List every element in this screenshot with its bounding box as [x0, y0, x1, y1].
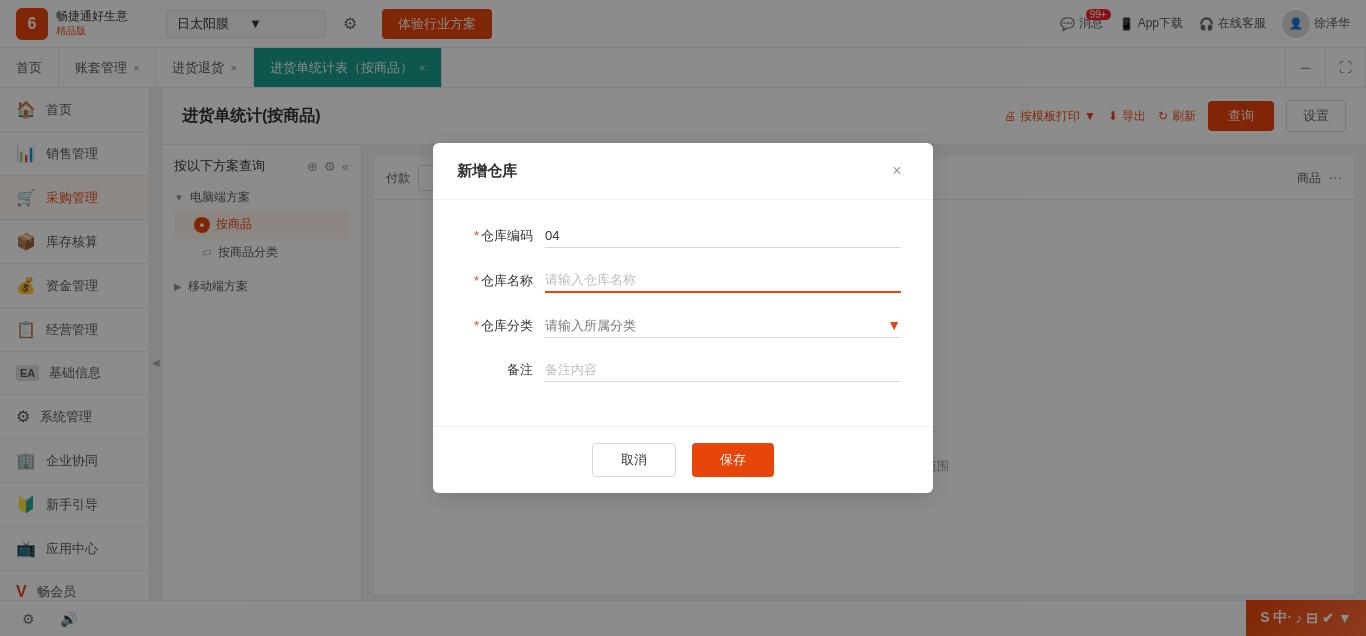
form-row-remark: 备注 [465, 358, 901, 382]
category-label: 仓库分类 [465, 317, 545, 335]
cancel-button[interactable]: 取消 [592, 443, 676, 477]
modal-footer: 取消 保存 [433, 426, 933, 493]
form-row-name: 仓库名称 [465, 268, 901, 293]
save-button[interactable]: 保存 [692, 443, 774, 477]
remark-input[interactable] [545, 358, 901, 382]
name-label: 仓库名称 [465, 272, 545, 290]
modal-header: 新增仓库 × [433, 143, 933, 200]
form-row-code: 仓库编码 [465, 224, 901, 248]
code-label: 仓库编码 [465, 227, 545, 245]
form-row-category: 仓库分类 ▼ [465, 313, 901, 338]
code-input[interactable] [545, 224, 901, 248]
modal-overlay: 新增仓库 × 仓库编码 仓库名称 仓库分类 ▼ [0, 0, 1366, 636]
modal-close-button[interactable]: × [885, 159, 909, 183]
category-arrow-icon: ▼ [887, 317, 901, 333]
modal-title: 新增仓库 [457, 162, 517, 181]
remark-label: 备注 [465, 361, 545, 379]
modal-add-warehouse: 新增仓库 × 仓库编码 仓库名称 仓库分类 ▼ [433, 143, 933, 493]
category-select-row: ▼ [545, 313, 901, 338]
category-input[interactable] [545, 318, 887, 333]
modal-body: 仓库编码 仓库名称 仓库分类 ▼ 备注 [433, 200, 933, 426]
name-input[interactable] [545, 268, 901, 293]
